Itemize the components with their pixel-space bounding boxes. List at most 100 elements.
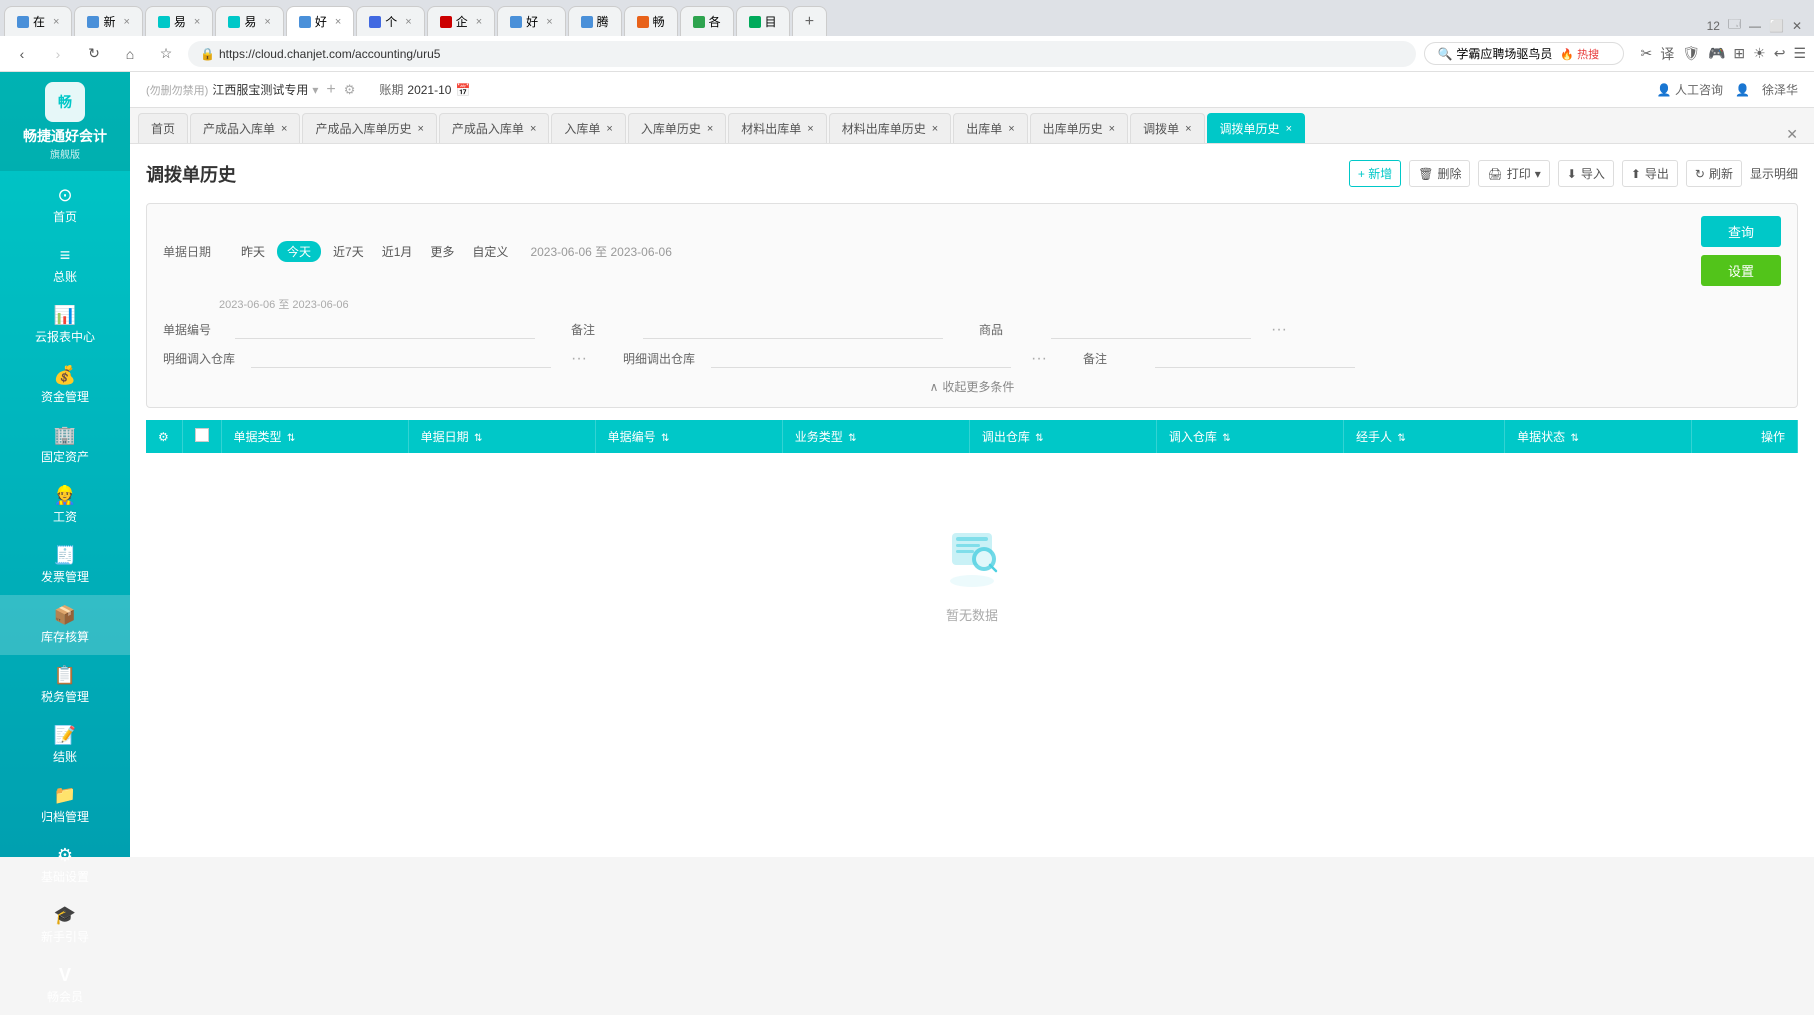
browser-tab-5[interactable]: 好 × <box>286 6 354 36</box>
theme-icon[interactable]: ☀ <box>1753 45 1766 62</box>
undo-icon[interactable]: ↩ <box>1774 45 1786 62</box>
delete-btn[interactable]: 🗑 删除 <box>1409 160 1470 187</box>
note-input[interactable] <box>643 320 943 339</box>
detail-out-input[interactable] <box>711 349 1011 368</box>
sidebar-item-invoice[interactable]: 🧾 发票管理 <box>0 535 130 595</box>
browser-tab-12[interactable]: 目 <box>736 6 790 36</box>
game-icon[interactable]: 🎮 <box>1708 45 1725 62</box>
th-gear[interactable]: ⚙ <box>146 420 182 453</box>
print-btn[interactable]: 🖨 打印 ▾ <box>1478 160 1549 187</box>
th-voucher-type[interactable]: 单据类型 ⇅ <box>221 420 408 453</box>
sort-biz-type-icon[interactable]: ⇅ <box>848 433 856 444</box>
home-button[interactable]: ⌂ <box>116 40 144 68</box>
sort-handler-icon[interactable]: ⇅ <box>1397 433 1405 444</box>
th-transfer-in[interactable]: 调入仓库 ⇅ <box>1156 420 1343 453</box>
close-tab-stock-in-history[interactable]: × <box>417 123 423 135</box>
shield-icon[interactable]: 🛡 <box>1682 45 1700 62</box>
page-tab-outbound-history[interactable]: 出库单历史 × <box>1030 113 1128 143</box>
page-tab-inbound-history[interactable]: 入库单历史 × <box>628 113 726 143</box>
close-tab-transfer[interactable]: × <box>1185 123 1191 135</box>
sidebar-item-salary[interactable]: 👷 工资 <box>0 475 130 535</box>
page-tab-stock-in-2[interactable]: 产成品入库单 × <box>439 113 549 143</box>
add-company-btn[interactable]: + <box>326 81 335 99</box>
sidebar-item-archive[interactable]: 📁 归档管理 <box>0 775 130 835</box>
browser-tab-2[interactable]: 新 × <box>74 6 142 36</box>
sidebar-item-home[interactable]: ⊙ 首页 <box>0 175 130 235</box>
th-transfer-out[interactable]: 调出仓库 ⇅ <box>969 420 1156 453</box>
sort-voucher-type-icon[interactable]: ⇅ <box>287 433 295 444</box>
sidebar-item-reports[interactable]: 📊 云报表中心 <box>0 295 130 355</box>
sort-voucher-no-icon[interactable]: ⇅ <box>661 433 669 444</box>
close-all-tabs-btn[interactable]: ✕ <box>1778 126 1806 143</box>
th-biz-type[interactable]: 业务类型 ⇅ <box>782 420 969 453</box>
close-tab-material-out-history[interactable]: × <box>932 123 938 135</box>
user-avatar[interactable]: 👤 <box>1735 83 1750 97</box>
export-btn[interactable]: ⬆ 导出 <box>1622 160 1678 187</box>
sidebar-item-ledger[interactable]: ≡ 总账 <box>0 235 130 295</box>
sort-transfer-in-icon[interactable]: ⇅ <box>1222 433 1230 444</box>
th-status[interactable]: 单据状态 ⇅ <box>1505 420 1692 453</box>
back-button[interactable]: ‹ <box>8 40 36 68</box>
new-btn[interactable]: + 新增 <box>1349 160 1401 187</box>
page-tab-transfer-history[interactable]: 调拨单历史 × <box>1207 113 1305 143</box>
browser-tab-4[interactable]: 易 × <box>215 6 283 36</box>
close-tab-outbound-history[interactable]: × <box>1109 123 1115 135</box>
refresh-btn[interactable]: ↻ 刷新 <box>1686 160 1742 187</box>
select-all-checkbox[interactable] <box>195 428 209 442</box>
close-tab-transfer-history[interactable]: × <box>1286 123 1292 135</box>
sort-status-icon[interactable]: ⇅ <box>1571 433 1579 444</box>
goods-input[interactable] <box>1051 320 1251 339</box>
sidebar-item-inventory[interactable]: 📦 库存核算 <box>0 595 130 655</box>
tools-icon[interactable]: ✂ <box>1640 45 1652 62</box>
date-btn-today[interactable]: 今天 <box>277 241 321 262</box>
browser-tab-10[interactable]: 畅 <box>624 6 678 36</box>
th-handler[interactable]: 经手人 ⇅ <box>1343 420 1504 453</box>
sidebar-item-member[interactable]: V 畅会员 <box>0 955 130 1015</box>
browser-tab-8[interactable]: 好 × <box>497 6 565 36</box>
close-tab-inbound[interactable]: × <box>606 123 612 135</box>
sidebar-item-assets[interactable]: 🏢 固定资产 <box>0 415 130 475</box>
settings-button[interactable]: 设置 <box>1701 255 1781 286</box>
detail-in-input[interactable] <box>251 349 551 368</box>
menu-icon[interactable]: ☰ <box>1793 45 1806 62</box>
goods-more-btn[interactable]: ··· <box>1271 321 1287 339</box>
th-date[interactable]: 单据日期 ⇅ <box>408 420 595 453</box>
detail-out-more-btn[interactable]: ··· <box>1031 350 1047 368</box>
grid-icon[interactable]: ⊞ <box>1733 45 1745 62</box>
translate-icon[interactable]: 译 <box>1660 44 1674 64</box>
star-button[interactable]: ☆ <box>152 40 180 68</box>
page-tab-stock-in[interactable]: 产成品入库单 × <box>190 113 300 143</box>
customer-service-btn[interactable]: 👤 人工咨询 <box>1657 81 1723 98</box>
browser-tab-7[interactable]: 企 × <box>427 6 495 36</box>
company-selector[interactable]: (勿删勿禁用) 江西服宝测试专用 ▾ <box>146 81 318 98</box>
voucher-no-input[interactable] <box>235 320 535 339</box>
th-checkbox[interactable] <box>182 420 221 453</box>
page-tab-outbound[interactable]: 出库单 × <box>953 113 1027 143</box>
page-tab-stock-in-history[interactable]: 产成品入库单历史 × <box>302 113 436 143</box>
date-btn-custom[interactable]: 自定义 <box>466 241 514 262</box>
date-btn-yesterday[interactable]: 昨天 <box>235 241 271 262</box>
detail-in-more-btn[interactable]: ··· <box>571 350 587 368</box>
period-selector[interactable]: 账期 2021-10 📅 <box>379 81 470 98</box>
sort-date-icon[interactable]: ⇅ <box>474 433 482 444</box>
forward-button[interactable]: › <box>44 40 72 68</box>
address-bar[interactable]: 🔒 https://cloud.chanjet.com/accounting/u… <box>188 41 1416 67</box>
browser-tab-9[interactable]: 腾 <box>568 6 622 36</box>
date-btn-7days[interactable]: 近7天 <box>327 241 370 262</box>
sidebar-item-guide[interactable]: 🎓 新手引导 <box>0 895 130 955</box>
search-bar[interactable]: 🔍 学霸应聘场驱鸟员 🔥 热搜 <box>1424 42 1624 65</box>
page-tab-inbound[interactable]: 入库单 × <box>551 113 625 143</box>
close-tab-inbound-history[interactable]: × <box>707 123 713 135</box>
sort-transfer-out-icon[interactable]: ⇅ <box>1035 433 1043 444</box>
query-button[interactable]: 查询 <box>1701 216 1781 247</box>
new-tab-btn[interactable]: + <box>792 6 827 36</box>
page-tab-material-out[interactable]: 材料出库单 × <box>728 113 826 143</box>
close-tab-stock-in-2[interactable]: × <box>530 123 536 135</box>
browser-tab-6[interactable]: 个 × <box>356 6 424 36</box>
settings-gear-icon[interactable]: ⚙ <box>344 82 356 98</box>
browser-tab-3[interactable]: 易 × <box>145 6 213 36</box>
import-btn[interactable]: ⬇ 导入 <box>1558 160 1614 187</box>
remark-input[interactable] <box>1155 349 1355 368</box>
date-btn-1month[interactable]: 近1月 <box>376 241 419 262</box>
date-btn-more[interactable]: 更多 <box>424 241 460 262</box>
